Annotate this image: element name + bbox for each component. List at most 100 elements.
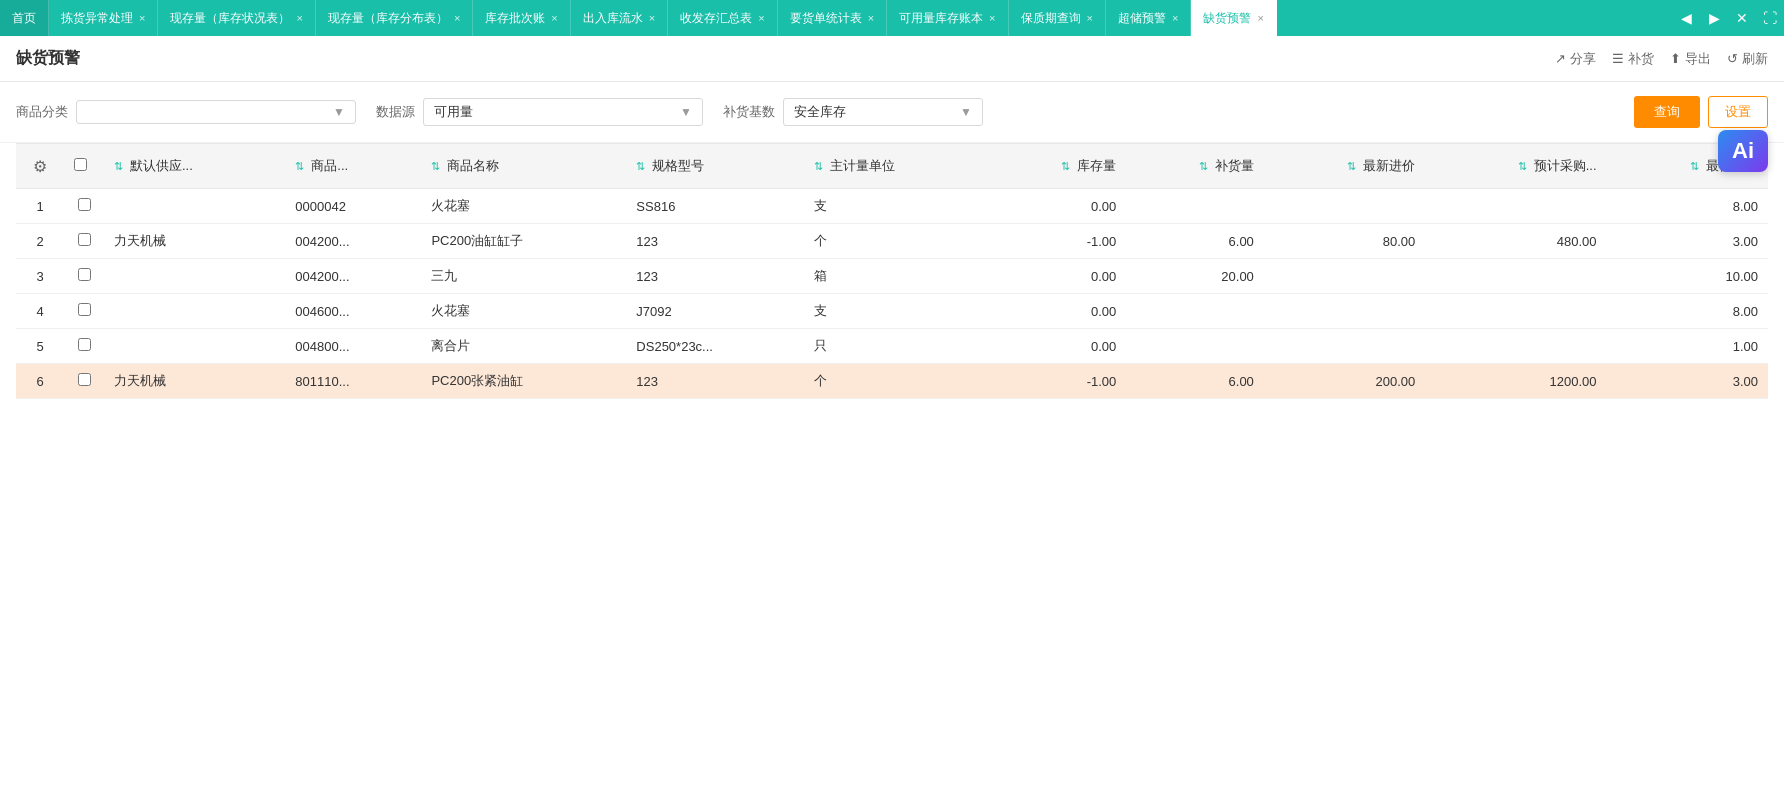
tab-requisition-close[interactable]: ×: [868, 12, 874, 24]
row-spec: SS816: [626, 189, 803, 224]
replenish-base-label: 补货基数: [723, 103, 775, 121]
select-all-checkbox[interactable]: [74, 158, 87, 171]
replenish-base-dropdown-icon: ▼: [960, 105, 972, 119]
tab-exception[interactable]: 拣货异常处理 ×: [49, 0, 158, 36]
tab-collect-label: 收发存汇总表: [680, 10, 752, 27]
row-num: 5: [16, 329, 64, 364]
row-code: 004800...: [285, 329, 421, 364]
tab-collect-close[interactable]: ×: [758, 12, 764, 24]
tab-close-all-btn[interactable]: ✕: [1728, 0, 1756, 36]
tab-inventory-status-close[interactable]: ×: [296, 12, 302, 24]
replenish-button[interactable]: ☰ 补货: [1612, 50, 1654, 68]
tab-next-btn[interactable]: ▶: [1700, 0, 1728, 36]
ai-assistant-button[interactable]: Ai: [1718, 130, 1768, 172]
tab-inventory-dist[interactable]: 现存量（库存分布表） ×: [316, 0, 473, 36]
replenish-base-select-value: 安全库存: [794, 103, 960, 121]
row-checkbox-cell: [64, 224, 104, 259]
row-checkbox-cell: [64, 294, 104, 329]
tab-overstock-close[interactable]: ×: [1172, 12, 1178, 24]
row-stock: 0.00: [989, 259, 1127, 294]
th-spec[interactable]: ⇅ 规格型号: [626, 144, 803, 189]
row-est-purchase: [1425, 294, 1606, 329]
tab-shortage-label: 缺货预警: [1203, 10, 1251, 27]
tab-available-label: 可用量库存账本: [899, 10, 983, 27]
row-est-purchase: [1425, 259, 1606, 294]
row-est-purchase: [1425, 189, 1606, 224]
tab-expand-btn[interactable]: ⛶: [1756, 0, 1784, 36]
th-est-purchase[interactable]: ⇅ 预计采购...: [1425, 144, 1606, 189]
row-checkbox[interactable]: [78, 233, 91, 246]
th-stock[interactable]: ⇅ 库存量: [989, 144, 1127, 189]
refresh-button[interactable]: ↺ 刷新: [1727, 50, 1768, 68]
tab-inventory-dist-label: 现存量（库存分布表）: [328, 10, 448, 27]
tab-shortage[interactable]: 缺货预警 ×: [1191, 0, 1276, 36]
row-checkbox-cell: [64, 364, 104, 399]
tab-inout[interactable]: 出入库流水 ×: [571, 0, 668, 36]
category-dropdown-icon: ▼: [333, 105, 345, 119]
code-sort-icon: ⇅: [295, 160, 304, 173]
row-min-stock: 8.00: [1607, 294, 1768, 329]
row-stock: -1.00: [989, 224, 1127, 259]
tab-batch[interactable]: 库存批次账 ×: [473, 0, 570, 36]
row-checkbox-cell: [64, 189, 104, 224]
spec-sort-icon: ⇅: [636, 160, 645, 173]
tab-available[interactable]: 可用量库存账本 ×: [887, 0, 1008, 36]
tab-home-label: 首页: [12, 10, 36, 27]
tab-prev-btn[interactable]: ◀: [1672, 0, 1700, 36]
replenish-sort-icon: ⇅: [1199, 160, 1208, 173]
th-code[interactable]: ⇅ 商品...: [285, 144, 421, 189]
row-supplier: 力天机械: [104, 364, 285, 399]
refresh-icon: ↺: [1727, 51, 1738, 66]
name-sort-icon: ⇅: [431, 160, 440, 173]
row-name: 离合片: [421, 329, 626, 364]
th-checkbox: [64, 144, 104, 189]
row-num: 4: [16, 294, 64, 329]
row-latest-price: 80.00: [1264, 224, 1425, 259]
tab-expiry-label: 保质期查询: [1021, 10, 1081, 27]
tab-overstock-label: 超储预警: [1118, 10, 1166, 27]
query-button[interactable]: 查询: [1634, 96, 1700, 128]
tab-home[interactable]: 首页: [0, 0, 49, 36]
row-checkbox[interactable]: [78, 198, 91, 211]
refresh-label: 刷新: [1742, 50, 1768, 68]
export-button[interactable]: ⬆ 导出: [1670, 50, 1711, 68]
tab-inventory-dist-close[interactable]: ×: [454, 12, 460, 24]
tab-shortage-close[interactable]: ×: [1257, 12, 1263, 24]
row-checkbox[interactable]: [78, 338, 91, 351]
th-replenish[interactable]: ⇅ 补货量: [1126, 144, 1264, 189]
page-header: 缺货预警 ↗ 分享 ☰ 补货 ⬆ 导出 ↺ 刷新: [0, 36, 1784, 82]
row-unit: 个: [804, 224, 989, 259]
datasource-select-value: 可用量: [434, 103, 680, 121]
tab-inventory-status[interactable]: 现存量（库存状况表） ×: [158, 0, 315, 36]
tab-inventory-status-label: 现存量（库存状况表）: [170, 10, 290, 27]
row-checkbox[interactable]: [78, 373, 91, 386]
th-unit[interactable]: ⇅ 主计量单位: [804, 144, 989, 189]
row-stock: 0.00: [989, 294, 1127, 329]
th-name[interactable]: ⇅ 商品名称: [421, 144, 626, 189]
row-latest-price: [1264, 189, 1425, 224]
tab-overstock[interactable]: 超储预警 ×: [1106, 0, 1191, 36]
tab-batch-close[interactable]: ×: [551, 12, 557, 24]
row-name: 火花塞: [421, 294, 626, 329]
tab-available-close[interactable]: ×: [989, 12, 995, 24]
column-settings-icon[interactable]: ⚙: [26, 152, 54, 180]
th-stock-label: 库存量: [1077, 157, 1116, 175]
row-checkbox[interactable]: [78, 268, 91, 281]
th-supplier[interactable]: ⇅ 默认供应...: [104, 144, 285, 189]
tab-expiry-close[interactable]: ×: [1087, 12, 1093, 24]
share-button[interactable]: ↗ 分享: [1555, 50, 1596, 68]
settings-button[interactable]: 设置: [1708, 96, 1768, 128]
replenish-base-select[interactable]: 安全库存 ▼: [783, 98, 983, 126]
category-select[interactable]: ▼: [76, 100, 356, 124]
tab-collect[interactable]: 收发存汇总表 ×: [668, 0, 777, 36]
datasource-filter-group: 数据源 可用量 ▼: [376, 98, 703, 126]
tab-requisition[interactable]: 要货单统计表 ×: [778, 0, 887, 36]
row-checkbox[interactable]: [78, 303, 91, 316]
row-est-purchase: 480.00: [1425, 224, 1606, 259]
datasource-select[interactable]: 可用量 ▼: [423, 98, 703, 126]
tab-expiry[interactable]: 保质期查询 ×: [1009, 0, 1106, 36]
row-spec: DS250*23c...: [626, 329, 803, 364]
tab-inout-close[interactable]: ×: [649, 12, 655, 24]
th-latest-price[interactable]: ⇅ 最新进价: [1264, 144, 1425, 189]
tab-exception-close[interactable]: ×: [139, 12, 145, 24]
